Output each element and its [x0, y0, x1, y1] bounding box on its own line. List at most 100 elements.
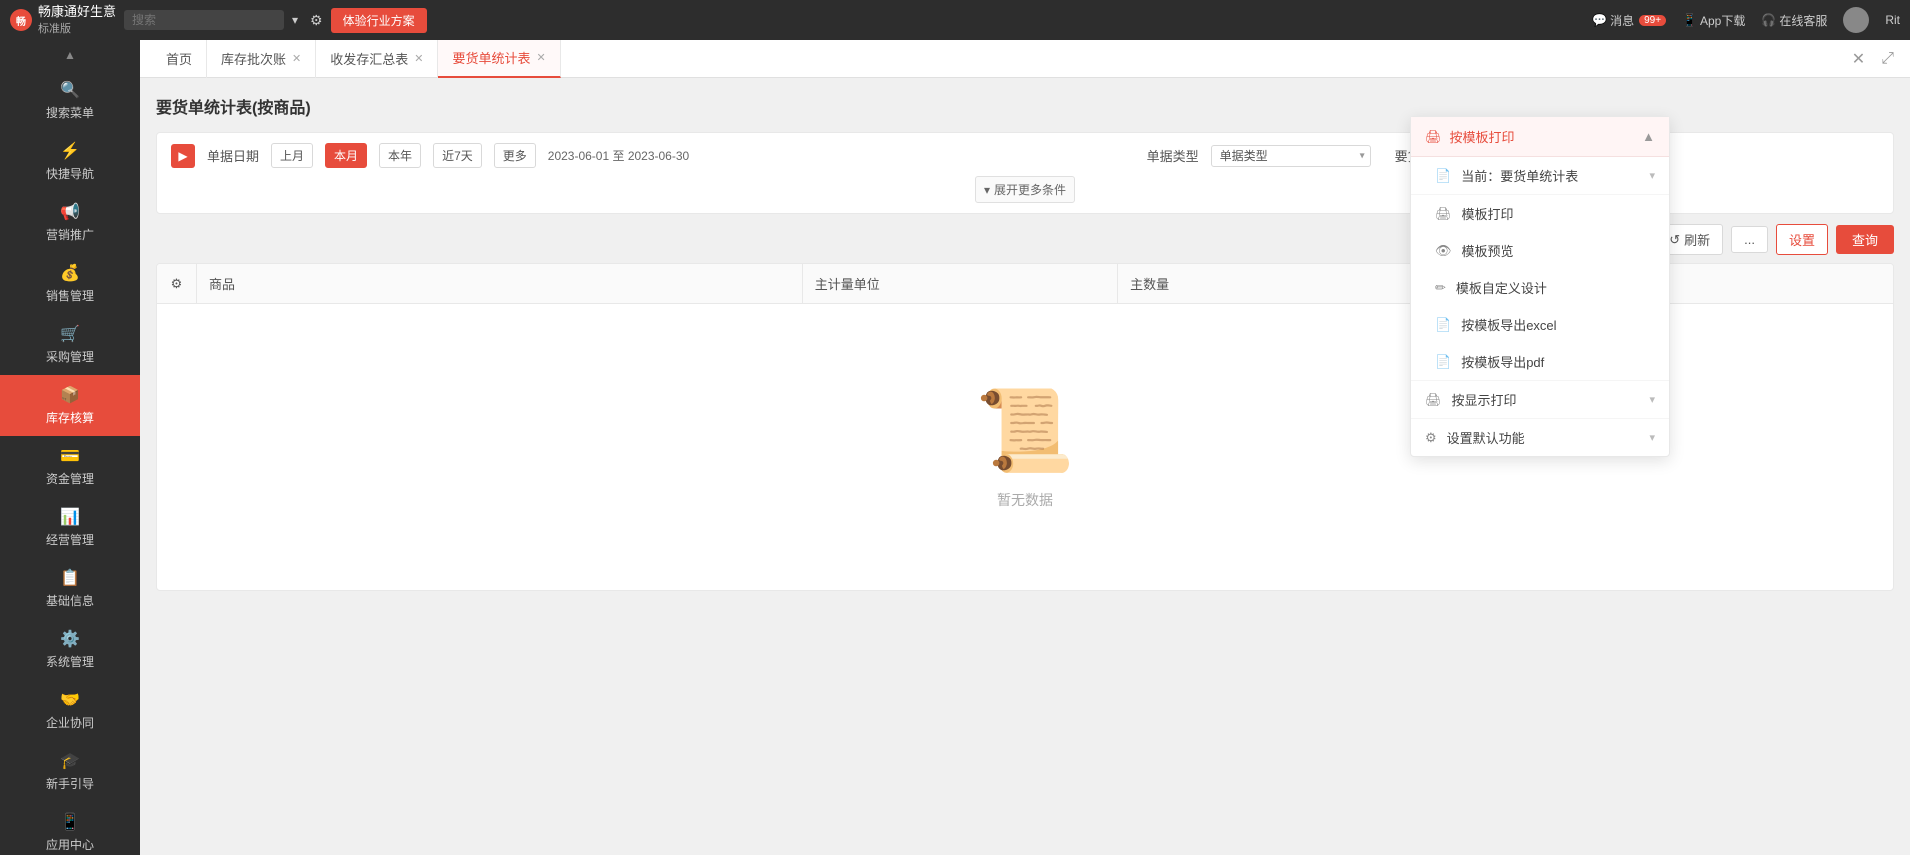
current-template-arrow: ▾ — [1649, 169, 1655, 182]
export-excel-label: 按模板导出excel — [1461, 315, 1556, 334]
sidebar-label-guide: 新手引导 — [46, 775, 94, 792]
search-input[interactable] — [124, 10, 284, 30]
dropdown-header-label: 按模板打印 — [1450, 127, 1515, 146]
sidebar-item-operations[interactable]: 📊 经营管理 — [0, 497, 140, 558]
enterprise-icon: 🤝 — [60, 690, 80, 710]
logo-icon: 畅 — [10, 9, 32, 31]
template-print-icon: 🖨 — [1435, 206, 1452, 222]
dropdown-submenu-default-func[interactable]: ⚙ 设置默认功能 ▾ — [1411, 418, 1669, 456]
tab-batch-accounts-close[interactable]: ✕ — [292, 52, 301, 65]
sidebar-label-system: 系统管理 — [46, 653, 94, 670]
sidebar-item-quick-nav[interactable]: ⚡ 快捷导航 — [0, 131, 140, 192]
search-dropdown-icon[interactable]: ▾ — [292, 13, 298, 27]
sidebar-item-marketing[interactable]: 📢 营销推广 — [0, 192, 140, 253]
sidebar-item-enterprise[interactable]: 🤝 企业协同 — [0, 680, 140, 741]
th-gear[interactable]: ⚙ — [157, 264, 197, 303]
this-year-btn[interactable]: 本年 — [379, 143, 421, 168]
expand-more-btn[interactable]: ▾ 展开更多条件 — [975, 176, 1075, 203]
this-month-btn[interactable]: 本月 — [325, 143, 367, 168]
sidebar-label-enterprise: 企业协同 — [46, 714, 94, 731]
dropdown-printer-icon: 🖨 — [1425, 129, 1442, 145]
last-month-btn[interactable]: 上月 — [271, 143, 313, 168]
default-func-label: 设置默认功能 — [1447, 428, 1525, 447]
display-print-arrow: ▾ — [1649, 393, 1655, 406]
template-design-label: 模板自定义设计 — [1456, 278, 1547, 297]
page-title: 要货单统计表(按商品) — [156, 94, 1894, 118]
tab-order-stats[interactable]: 要货单统计表 ✕ — [438, 40, 560, 78]
refresh-label: 刷新 — [1684, 230, 1710, 249]
tab-collection-summary[interactable]: 收发存汇总表 ✕ — [316, 40, 438, 78]
dropdown-header[interactable]: 🖨 按模板打印 ▲ — [1411, 117, 1669, 157]
tab-expand-icon[interactable]: ⤢ — [1877, 48, 1898, 70]
tab-collection-summary-close[interactable]: ✕ — [414, 52, 423, 65]
sidebar-label-apps: 应用中心 — [46, 836, 94, 853]
online-service-label: 在线客服 — [1779, 12, 1827, 29]
sidebar-item-system[interactable]: ⚙️ 系统管理 — [0, 619, 140, 680]
settings-btn[interactable]: 设置 — [1776, 224, 1828, 255]
tab-order-stats-close[interactable]: ✕ — [537, 51, 546, 64]
sidebar-label-sales: 销售管理 — [46, 287, 94, 304]
sidebar-item-finance[interactable]: 💳 资金管理 — [0, 436, 140, 497]
sidebar-item-sales[interactable]: 💰 销售管理 — [0, 253, 140, 314]
empty-text: 暂无数据 — [997, 490, 1053, 510]
sidebar-scroll-up[interactable]: ▲ — [0, 40, 140, 70]
tab-batch-accounts[interactable]: 库存批次账 ✕ — [207, 40, 316, 78]
dropdown-item-template-design[interactable]: ✏ 模板自定义设计 — [1411, 269, 1669, 306]
dropdown-up-icon: ▲ — [1642, 129, 1655, 144]
current-template-label: 当前：要货单统计表 — [1461, 166, 1578, 185]
template-print-label: 模板打印 — [1462, 204, 1514, 223]
tab-bar: 首页 库存批次账 ✕ 收发存汇总表 ✕ 要货单统计表 ✕ ✕ ⤢ — [140, 40, 1910, 78]
tab-order-stats-label: 要货单统计表 — [452, 48, 530, 67]
th-goods: 商品 — [197, 264, 803, 303]
app-logo: 畅 畅康通好生意 标准版 — [10, 4, 116, 36]
user-name: Rit — [1885, 13, 1900, 27]
query-btn[interactable]: 查询 — [1836, 225, 1894, 254]
more-btn[interactable]: ... — [1731, 226, 1768, 253]
expand-more-label: 展开更多条件 — [994, 181, 1066, 198]
sidebar-label-finance: 资金管理 — [46, 470, 94, 487]
type-select[interactable]: 单据类型 — [1211, 145, 1371, 167]
settings-gear-icon[interactable]: ⚙ — [310, 12, 323, 29]
filter-expand-toggle[interactable]: ▶ — [171, 144, 195, 168]
app-download-link[interactable]: 📱 App下载 — [1682, 12, 1745, 29]
dropdown-submenu-display-print[interactable]: 🖨 按显示打印 ▾ — [1411, 380, 1669, 418]
dropdown-item-template-preview[interactable]: 👁 模板预览 — [1411, 232, 1669, 269]
template-preview-label: 模板预览 — [1462, 241, 1514, 260]
export-pdf-icon: 📄 — [1435, 354, 1451, 370]
th-qty: 主数量 — [1118, 264, 1433, 303]
sidebar-label-inventory: 库存核算 — [46, 409, 94, 426]
dropdown-item-export-excel[interactable]: 📄 按模板导出excel — [1411, 306, 1669, 343]
user-avatar[interactable] — [1843, 7, 1869, 33]
basics-icon: 📋 — [60, 568, 80, 588]
tab-close-icon[interactable]: ✕ — [1848, 47, 1869, 71]
sidebar-item-purchase[interactable]: 🛒 采购管理 — [0, 314, 140, 375]
date-range-display: 2023-06-01 至 2023-06-30 — [548, 147, 689, 164]
message-icon: 💬 — [1592, 13, 1607, 27]
online-service-link[interactable]: 🎧 在线客服 — [1761, 12, 1827, 29]
dropdown-item-export-pdf[interactable]: 📄 按模板导出pdf — [1411, 343, 1669, 380]
dropdown-current[interactable]: 📄 当前：要货单统计表 ▾ — [1411, 157, 1669, 195]
tab-collection-summary-label: 收发存汇总表 — [330, 49, 408, 68]
sidebar: ▲ 🔍 搜索菜单 ⚡ 快捷导航 📢 营销推广 💰 销售管理 🛒 采购管理 📦 库… — [0, 40, 140, 855]
sidebar-item-inventory[interactable]: 📦 库存核算 — [0, 375, 140, 436]
print-dropdown: 🖨 按模板打印 ▲ 📄 当前：要货单统计表 ▾ — [1410, 116, 1670, 457]
sidebar-label-basics: 基础信息 — [46, 592, 94, 609]
tab-home[interactable]: 首页 — [152, 40, 207, 78]
type-label: 单据类型 — [1147, 146, 1199, 165]
app-title: 畅康通好生意 — [38, 4, 116, 20]
last-7days-btn[interactable]: 近7天 — [433, 143, 482, 168]
top-bar-right: 💬 消息 99+ 📱 App下载 🎧 在线客服 Rit — [1592, 7, 1900, 33]
industry-btn[interactable]: 体验行业方案 — [331, 8, 427, 33]
display-print-label: 按显示打印 — [1452, 390, 1517, 409]
dropdown-item-template-print[interactable]: 🖨 模板打印 — [1411, 195, 1669, 232]
sidebar-item-basics[interactable]: 📋 基础信息 — [0, 558, 140, 619]
sidebar-item-search[interactable]: 🔍 搜索菜单 — [0, 70, 140, 131]
more-dates-btn[interactable]: 更多 — [494, 143, 536, 168]
template-design-icon: ✏ — [1435, 280, 1446, 296]
messages-link[interactable]: 💬 消息 99+ — [1592, 12, 1666, 29]
sidebar-item-guide[interactable]: 🎓 新手引导 — [0, 741, 140, 802]
search-menu-icon: 🔍 — [60, 80, 80, 100]
export-excel-icon: 📄 — [1435, 317, 1451, 333]
default-func-arrow: ▾ — [1649, 431, 1655, 444]
sidebar-item-apps[interactable]: 📱 应用中心 — [0, 802, 140, 855]
